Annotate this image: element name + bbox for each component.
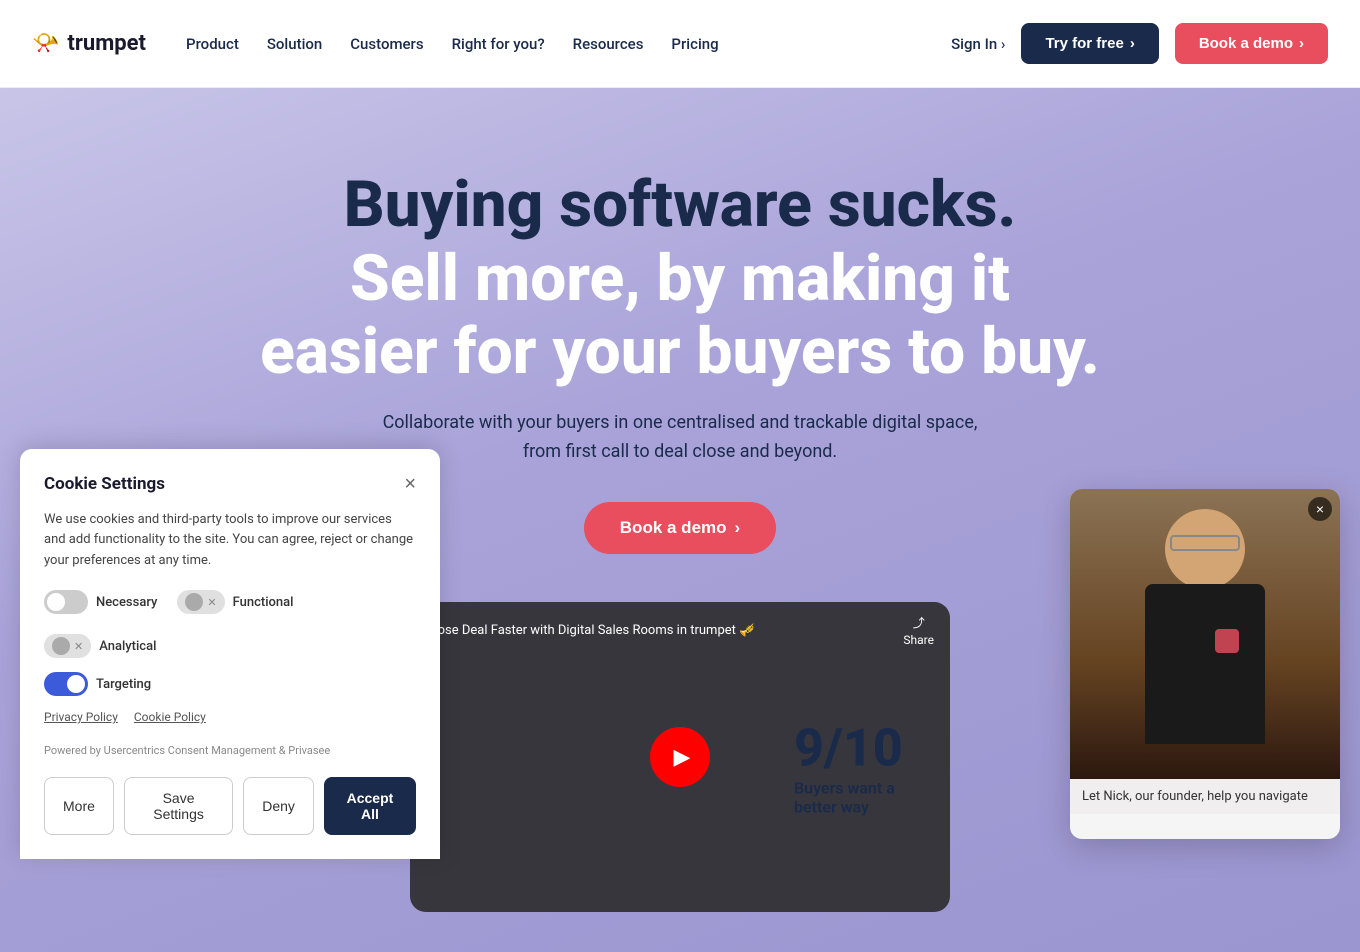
- functional-toggle-group: ✕ Functional: [177, 590, 293, 614]
- nav-solution[interactable]: Solution: [267, 35, 322, 53]
- book-demo-hero-button[interactable]: Book a demo ›: [584, 502, 776, 554]
- nav-right: Sign In › Try for free › Book a demo ›: [951, 23, 1328, 64]
- targeting-toggle-group: Targeting: [44, 672, 151, 696]
- privacy-policy-link[interactable]: Privacy Policy: [44, 710, 118, 724]
- founder-video-thumbnail[interactable]: [1070, 489, 1340, 779]
- nav-product[interactable]: Product: [186, 35, 239, 53]
- try-free-button[interactable]: Try for free ›: [1021, 23, 1158, 64]
- video-share[interactable]: ⤴ Share: [903, 614, 934, 647]
- cookie-actions: More Save Settings Deny Accept All: [44, 777, 416, 835]
- cookie-header: Cookie Settings ×: [44, 473, 416, 496]
- play-button[interactable]: [650, 727, 710, 787]
- floating-video-caption: Let Nick, our founder, help you navigate: [1070, 779, 1340, 814]
- analytical-label: Analytical: [99, 639, 156, 654]
- functional-toggle[interactable]: ✕: [177, 590, 224, 614]
- accept-all-button[interactable]: Accept All: [324, 777, 416, 835]
- analytical-dot: [52, 637, 70, 655]
- functional-dot: [185, 593, 203, 611]
- analytical-x-icon: ✕: [74, 640, 83, 653]
- necessary-toggle[interactable]: [44, 590, 88, 614]
- cookie-close-button[interactable]: ×: [404, 473, 416, 496]
- logo-text: trumpet: [67, 31, 146, 56]
- hero-title: Buying software sucks. Sell more, by mak…: [260, 168, 1100, 389]
- analytical-toggle[interactable]: ✕: [44, 634, 91, 658]
- logo[interactable]: 📯 trumpet: [32, 31, 146, 56]
- cookie-toggles: Necessary ✕ Functional ✕ Analytical: [44, 590, 416, 658]
- powered-by-text: Powered by Usercentrics Consent Manageme…: [44, 744, 416, 757]
- nav-resources[interactable]: Resources: [573, 35, 644, 53]
- analytical-toggle-group: ✕ Analytical: [44, 634, 156, 658]
- navbar: 📯 trumpet Product Solution Customers Rig…: [0, 0, 1360, 88]
- cookie-title: Cookie Settings: [44, 474, 165, 494]
- arrow-icon: ›: [735, 518, 741, 538]
- cookie-banner: Cookie Settings × We use cookies and thi…: [20, 449, 440, 859]
- targeting-toggle-row: Targeting: [44, 672, 416, 696]
- nav-pricing[interactable]: Pricing: [671, 35, 718, 53]
- targeting-slider: [44, 672, 88, 696]
- targeting-label: Targeting: [96, 677, 151, 692]
- necessary-toggle-group: Necessary: [44, 590, 157, 614]
- targeting-toggle[interactable]: [44, 672, 88, 696]
- hero-subtitle: Collaborate with your buyers in one cent…: [383, 409, 978, 467]
- save-settings-button[interactable]: Save Settings: [124, 777, 233, 835]
- nav-customers[interactable]: Customers: [350, 35, 423, 53]
- floating-video-close-button[interactable]: ×: [1308, 497, 1332, 521]
- more-button[interactable]: More: [44, 777, 114, 835]
- cookie-policy-link[interactable]: Cookie Policy: [134, 710, 206, 724]
- trumpet-icon: 📯: [32, 31, 59, 56]
- deny-button[interactable]: Deny: [243, 777, 314, 835]
- cookie-body: We use cookies and third-party tools to …: [44, 510, 416, 572]
- nav-links: Product Solution Customers Right for you…: [186, 35, 951, 53]
- book-demo-nav-button[interactable]: Book a demo ›: [1175, 23, 1328, 64]
- functional-x-icon: ✕: [207, 596, 216, 609]
- hero-video[interactable]: Close Deal Faster with Digital Sales Roo…: [410, 602, 950, 912]
- video-title-bar: Close Deal Faster with Digital Sales Roo…: [410, 614, 950, 647]
- sign-in-link[interactable]: Sign In ›: [951, 35, 1005, 53]
- video-title-text: Close Deal Faster with Digital Sales Roo…: [426, 623, 755, 638]
- necessary-slider: [44, 590, 88, 614]
- video-stats: 9/10 Buyers want a better way: [794, 718, 934, 817]
- necessary-label: Necessary: [96, 595, 157, 610]
- functional-label: Functional: [233, 595, 294, 610]
- floating-video-widget: × Let Nick, our founder, help you naviga…: [1070, 489, 1340, 839]
- nav-right-for-you[interactable]: Right for you?: [452, 35, 545, 53]
- cookie-links: Privacy Policy Cookie Policy: [44, 710, 416, 724]
- share-icon: ⤴: [913, 614, 925, 631]
